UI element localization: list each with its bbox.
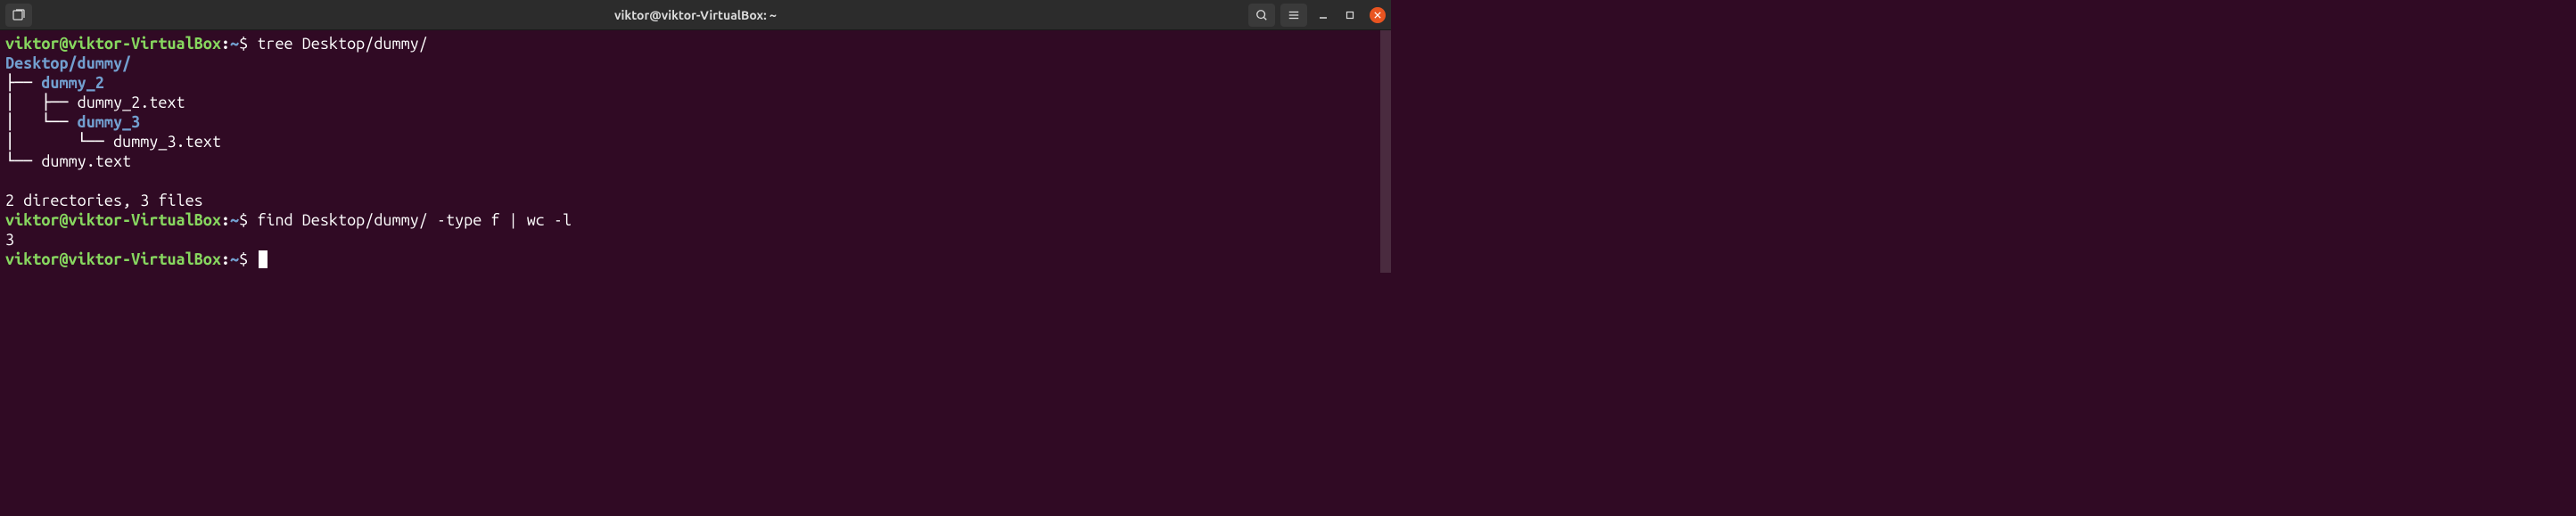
prompt-colon: : [221,35,230,53]
prompt-user: viktor@viktor-VirtualBox [5,35,221,53]
scrollbar[interactable] [1380,30,1391,273]
tree-line-2: │ ├── dummy_2.text [5,93,1386,112]
prompt-user: viktor@viktor-VirtualBox [5,250,221,268]
tree-root: Desktop/dummy/ [5,53,1386,73]
search-button[interactable] [1248,4,1275,27]
tree-line-3: │ └── dummy_3 [5,112,1386,132]
terminal-content[interactable]: viktor@viktor-VirtualBox:~$ tree Desktop… [0,30,1391,273]
menu-button[interactable] [1280,4,1307,27]
cursor [259,250,267,268]
prompt-user: viktor@viktor-VirtualBox [5,211,221,229]
titlebar: viktor@viktor-VirtualBox: ~ [0,0,1391,30]
tree-line-1: ├── dummy_2 [5,73,1386,93]
maximize-button[interactable] [1339,4,1361,26]
scrollbar-thumb[interactable] [1380,30,1391,273]
command-2: find Desktop/dummy/ -type f | wc -l [257,211,572,229]
tree-summary: 2 directories, 3 files [5,191,1386,210]
prompt-path: ~ [230,211,239,229]
prompt-line-2: viktor@viktor-VirtualBox:~$ find Desktop… [5,210,1386,230]
blank-line [5,171,1386,191]
minimize-button[interactable] [1313,4,1334,26]
prompt-colon: : [221,211,230,229]
tree-line-5: └── dummy.text [5,152,1386,171]
window-title: viktor@viktor-VirtualBox: ~ [614,8,777,22]
prompt-symbol: $ [239,211,248,229]
tree-line-4: │ └── dummy_3.text [5,132,1386,152]
find-output: 3 [5,230,1386,250]
close-button[interactable] [1370,7,1386,23]
prompt-path: ~ [230,35,239,53]
new-tab-button[interactable] [5,4,32,27]
command-1: tree Desktop/dummy/ [257,35,428,53]
prompt-line-1: viktor@viktor-VirtualBox:~$ tree Desktop… [5,34,1386,53]
prompt-symbol: $ [239,250,248,268]
prompt-colon: : [221,250,230,268]
prompt-symbol: $ [239,35,248,53]
prompt-path: ~ [230,250,239,268]
prompt-line-3: viktor@viktor-VirtualBox:~$ [5,250,1386,269]
